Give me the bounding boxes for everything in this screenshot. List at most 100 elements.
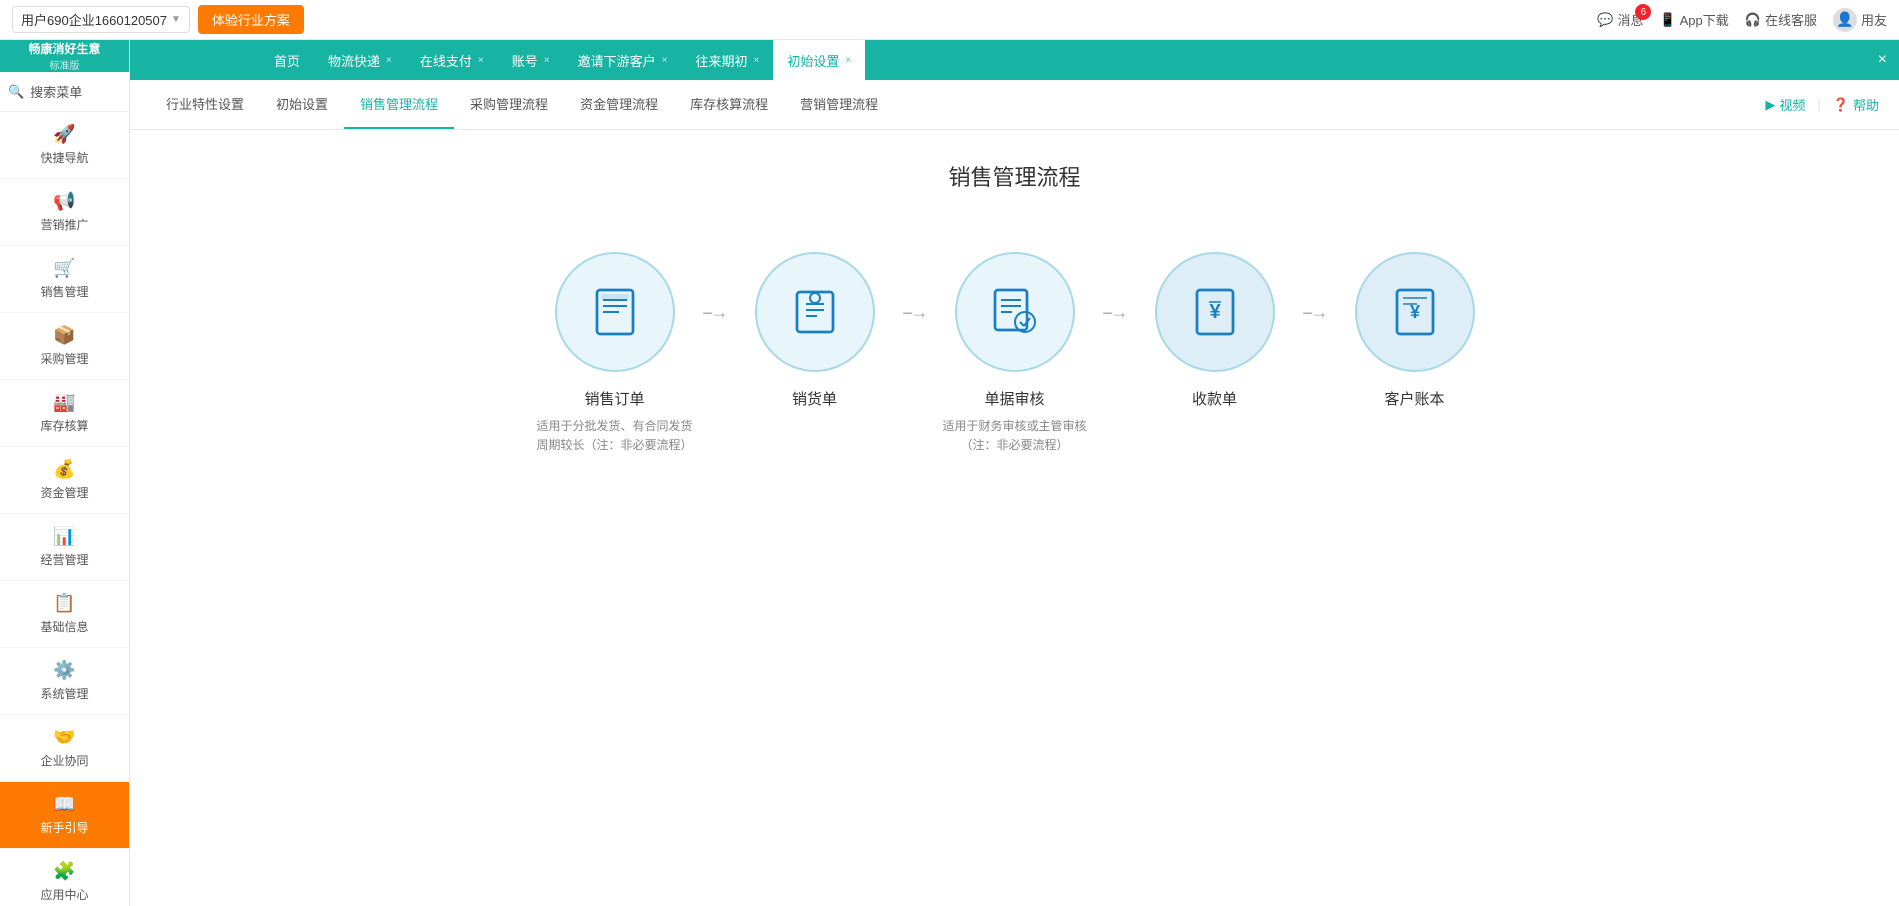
flow-diagram: 销售订单 适用于分批发货、有合同发货周期较长（注：非必要流程） --→ xyxy=(170,252,1859,455)
flow-desc-sales-order: 适用于分批发货、有合同发货周期较长（注：非必要流程） xyxy=(535,417,695,455)
finance-icon: 💰 xyxy=(53,459,75,480)
flow-circle-audit xyxy=(955,252,1075,372)
sidebar-item-guide[interactable]: 📖 新手引导 xyxy=(0,782,129,849)
nav-close-icon[interactable]: × xyxy=(544,55,550,66)
flow-circle-receipt: ¥ xyxy=(1155,252,1275,372)
nav-period[interactable]: 往来期初 × xyxy=(681,40,773,80)
subtab-finance-flow[interactable]: 资金管理流程 xyxy=(564,80,674,129)
user-selector[interactable]: 用户690企业1660120507 ▼ xyxy=(12,6,190,33)
nav-logistics-label: 物流快递 xyxy=(328,51,380,70)
flow-label-sales-order: 销售订单 xyxy=(584,388,644,409)
video-action[interactable]: ▶ 视频 xyxy=(1765,95,1805,114)
nav-home-label: 首页 xyxy=(274,51,300,70)
flow-circle-delivery xyxy=(755,252,875,372)
search-label: 搜索菜单 xyxy=(30,82,82,101)
nav-close-icon[interactable]: × xyxy=(386,55,392,66)
online-service-label: 在线客服 xyxy=(1765,10,1817,29)
nav-close-icon[interactable]: × xyxy=(662,55,668,66)
nav-global-close-button[interactable]: × xyxy=(1878,51,1887,69)
sidebar-item-operations[interactable]: 📊 经营管理 xyxy=(0,514,129,581)
nav-initial-setup[interactable]: 初始设置 × xyxy=(773,40,865,80)
flow-label-delivery: 销货单 xyxy=(792,388,837,409)
arrow-dashed-icon: --→ xyxy=(903,302,927,323)
search-menu[interactable]: 🔍 搜索菜单 xyxy=(0,72,129,112)
nav-invite[interactable]: 邀请下游客户 × xyxy=(564,40,682,80)
subtab-marketing-flow[interactable]: 营销管理流程 xyxy=(784,80,894,129)
flow-arrow-1: --→ xyxy=(695,302,735,323)
sales-icon: 🛒 xyxy=(53,258,75,279)
sidebar-item-basic[interactable]: 📋 基础信息 xyxy=(0,581,129,648)
subtab-finance-flow-label: 资金管理流程 xyxy=(580,97,658,112)
app-download-icon: 📱 xyxy=(1659,12,1675,28)
subtab-actions: ▶ 视频 | ❓ 帮助 xyxy=(1765,95,1879,114)
nav-close-icon[interactable]: × xyxy=(478,55,484,66)
message-button[interactable]: 💬 消息 6 xyxy=(1597,10,1643,29)
nav-home[interactable]: 首页 xyxy=(260,40,314,80)
help-action[interactable]: ❓ 帮助 xyxy=(1833,95,1879,114)
flow-label-account: 客户账本 xyxy=(1384,388,1444,409)
dropdown-arrow-icon: ▼ xyxy=(171,14,181,25)
flow-step-receipt: ¥ 收款单 xyxy=(1135,252,1295,417)
sidebar-item-purchase[interactable]: 📦 采购管理 xyxy=(0,313,129,380)
sidebar-item-label: 资金管理 xyxy=(40,484,88,501)
app-download-label: App下载 xyxy=(1680,10,1729,29)
sidebar-item-enterprise[interactable]: 🤝 企业协同 xyxy=(0,715,129,782)
guide-icon: 📖 xyxy=(53,794,75,815)
sidebar-item-label: 采购管理 xyxy=(40,350,88,367)
flow-step-sales-order: 销售订单 适用于分批发货、有合同发货周期较长（注：非必要流程） xyxy=(535,252,695,455)
sidebar-item-shortcut[interactable]: 🚀 快捷导航 xyxy=(0,112,129,179)
app-download-button[interactable]: 📱 App下载 xyxy=(1659,10,1728,29)
subtab-sales-flow[interactable]: 销售管理流程 xyxy=(344,80,454,129)
arrow-dashed-icon: --→ xyxy=(1303,302,1327,323)
shortcut-icon: 🚀 xyxy=(53,124,75,145)
sidebar-item-marketing[interactable]: 📢 营销推广 xyxy=(0,179,129,246)
nav-account-label: 账号 xyxy=(512,51,538,70)
page-title: 销售管理流程 xyxy=(170,160,1859,192)
nav-close-icon[interactable]: × xyxy=(845,55,851,66)
inventory-icon: 🏭 xyxy=(53,392,75,413)
user-label: 用户690企业1660120507 xyxy=(21,10,167,29)
top-bar-left: 用户690企业1660120507 ▼ 体验行业方案 xyxy=(12,5,304,34)
flow-step-delivery: 销货单 xyxy=(735,252,895,417)
user-avatar-button[interactable]: 👤 用友 xyxy=(1833,8,1887,32)
sidebar-item-system[interactable]: ⚙️ 系统管理 xyxy=(0,648,129,715)
sidebar-item-finance[interactable]: 💰 资金管理 xyxy=(0,447,129,514)
sidebar-item-inventory[interactable]: 🏭 库存核算 xyxy=(0,380,129,447)
help-icon: ❓ xyxy=(1833,97,1849,113)
sidebar-item-label: 销售管理 xyxy=(40,283,88,300)
nav-payment[interactable]: 在线支付 × xyxy=(406,40,498,80)
subtab-industry-label: 行业特性设置 xyxy=(166,97,244,112)
operations-icon: 📊 xyxy=(53,526,75,547)
sidebar-item-app-center[interactable]: 🧩 应用中心 xyxy=(0,849,129,906)
flow-circle-account: ¥ xyxy=(1355,252,1475,372)
subtab-purchase-flow[interactable]: 采购管理流程 xyxy=(454,80,564,129)
subtab-inventory-flow[interactable]: 库存核算流程 xyxy=(674,80,784,129)
flow-step-account: ¥ 客户账本 xyxy=(1335,252,1495,417)
logo-text: 畅康消好生意 xyxy=(28,40,100,57)
sidebar-item-sales[interactable]: 🛒 销售管理 xyxy=(0,246,129,313)
headset-icon: 🎧 xyxy=(1745,12,1761,28)
subtab-marketing-flow-label: 营销管理流程 xyxy=(800,97,878,112)
sidebar: 畅康消好生意 标准版 🔍 搜索菜单 🚀 快捷导航 📢 营销推广 🛒 销售管理 📦… xyxy=(0,40,130,906)
flow-label-audit: 单据审核 xyxy=(984,388,1044,409)
sidebar-item-label: 经营管理 xyxy=(40,551,88,568)
sidebar-item-label: 库存核算 xyxy=(40,417,88,434)
subtab-purchase-flow-label: 采购管理流程 xyxy=(470,97,548,112)
avatar: 👤 xyxy=(1833,8,1857,32)
subtab-initial[interactable]: 初始设置 xyxy=(260,80,344,129)
message-icon: 💬 xyxy=(1597,12,1613,28)
system-icon: ⚙️ xyxy=(53,660,75,681)
user-name-label: 用友 xyxy=(1861,10,1887,29)
nav-logistics[interactable]: 物流快递 × xyxy=(314,40,406,80)
nav-close-icon[interactable]: × xyxy=(753,55,759,66)
arrow-dashed-icon: --→ xyxy=(703,302,727,323)
subtab-inventory-flow-label: 库存核算流程 xyxy=(690,97,768,112)
nav-initial-setup-label: 初始设置 xyxy=(787,51,839,70)
sidebar-item-label: 新手引导 xyxy=(40,819,88,836)
flow-step-audit: 单据审核 适用于财务审核或主管审核（注：非必要流程） xyxy=(935,252,1095,455)
nav-account[interactable]: 账号 × xyxy=(498,40,564,80)
online-service-button[interactable]: 🎧 在线客服 xyxy=(1745,10,1817,29)
trial-button[interactable]: 体验行业方案 xyxy=(198,5,304,34)
svg-text:¥: ¥ xyxy=(1209,301,1221,323)
subtab-industry[interactable]: 行业特性设置 xyxy=(150,80,260,129)
